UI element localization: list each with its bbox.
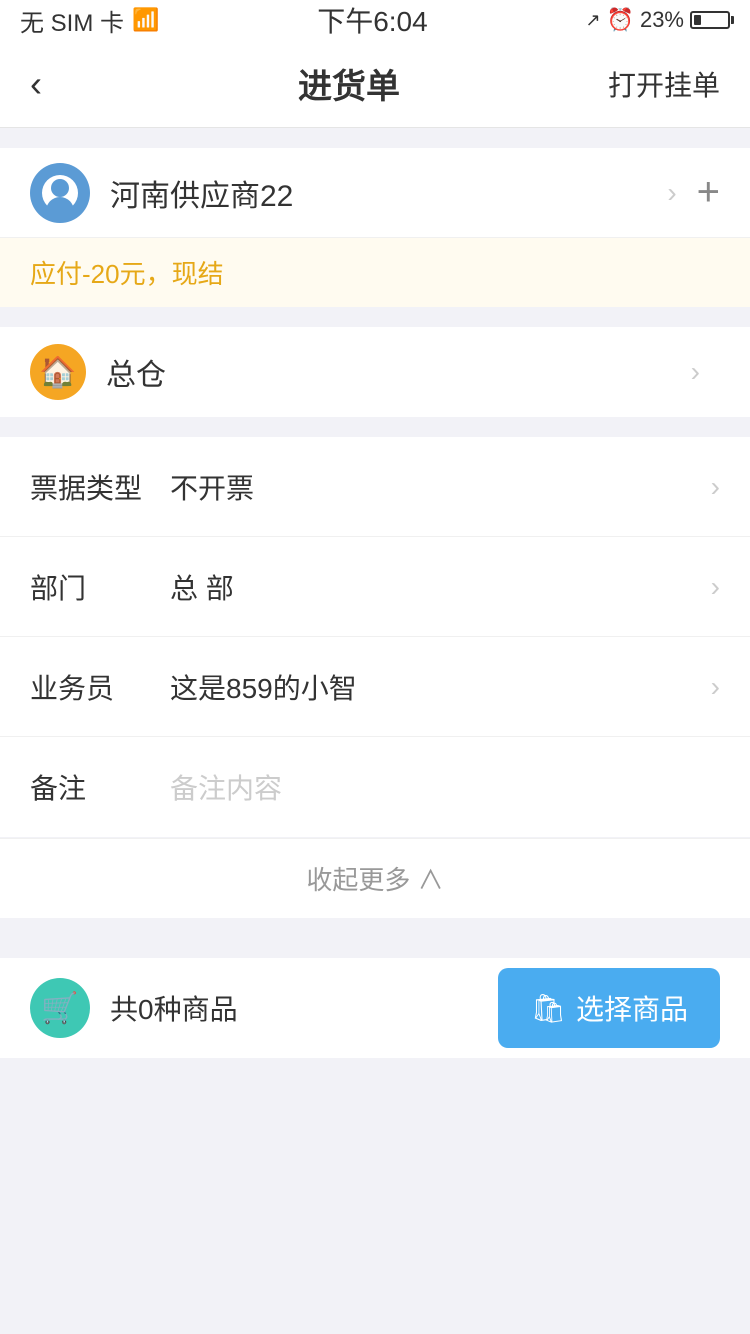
status-left: 无 SIM 卡 📶 bbox=[20, 3, 159, 38]
battery-percent: 23% bbox=[640, 7, 684, 33]
select-product-label: 选择商品 bbox=[576, 988, 688, 1028]
select-product-button[interactable]: 🛍 选择商品 bbox=[498, 968, 720, 1048]
location-icon: ↗ bbox=[585, 10, 600, 31]
warehouse-icon: 🏠 bbox=[30, 344, 86, 400]
open-pending-button[interactable]: 打开挂单 bbox=[608, 64, 720, 104]
remark-input[interactable]: 备注内容 bbox=[160, 767, 720, 807]
department-label: 部门 bbox=[30, 567, 160, 607]
house-icon: 🏠 bbox=[39, 355, 76, 390]
person-head-shape bbox=[51, 179, 69, 197]
salesperson-value: 这是859的小智 bbox=[160, 667, 711, 707]
supplier-row[interactable]: 河南供应商22 › + bbox=[0, 148, 750, 238]
warehouse-name: 总仓 bbox=[106, 350, 691, 394]
invoice-type-row[interactable]: 票据类型 不开票 › bbox=[0, 437, 750, 537]
supplier-chevron-icon: › bbox=[667, 177, 676, 209]
page-title: 进货单 bbox=[298, 59, 400, 108]
section-gap-2 bbox=[0, 307, 750, 327]
avatar-icon bbox=[42, 175, 78, 211]
department-row[interactable]: 部门 总 部 › bbox=[0, 537, 750, 637]
remark-row[interactable]: 备注 备注内容 bbox=[0, 737, 750, 837]
status-time: 下午6:04 bbox=[317, 0, 428, 40]
battery-icon bbox=[690, 11, 730, 29]
back-button[interactable]: ‹ bbox=[30, 63, 90, 105]
section-gap-1 bbox=[0, 128, 750, 148]
status-bar: 无 SIM 卡 📶 下午6:04 ↗ ⏰ 23% bbox=[0, 0, 750, 40]
person-body-shape bbox=[46, 197, 74, 213]
alarm-icon: ⏰ bbox=[607, 7, 634, 33]
select-product-icon: 🛍 bbox=[530, 992, 566, 1025]
notice-bar: 应付-20元，现结 bbox=[0, 238, 750, 307]
section-gap-3 bbox=[0, 918, 750, 938]
salesperson-chevron-icon: › bbox=[711, 671, 720, 703]
product-icon: 🛒 bbox=[30, 978, 90, 1038]
collapse-row[interactable]: 收起更多 ∧ bbox=[0, 838, 750, 918]
invoice-type-chevron-icon: › bbox=[711, 471, 720, 503]
wifi-icon: 📶 bbox=[132, 7, 159, 33]
collapse-label[interactable]: 收起更多 ∧ bbox=[306, 860, 443, 897]
carrier-label: 无 SIM 卡 bbox=[20, 3, 124, 38]
supplier-avatar bbox=[30, 163, 90, 223]
add-supplier-button[interactable]: + bbox=[697, 170, 720, 215]
warehouse-row[interactable]: 🏠 总仓 › bbox=[0, 327, 750, 417]
supplier-name: 河南供应商22 bbox=[110, 171, 667, 215]
warehouse-chevron-icon: › bbox=[691, 356, 700, 388]
status-right: ↗ ⏰ 23% bbox=[585, 7, 730, 33]
product-bar: 🛒 共0种商品 🛍 选择商品 bbox=[0, 958, 750, 1058]
notice-text: 应付-20元，现结 bbox=[30, 259, 224, 289]
salesperson-label: 业务员 bbox=[30, 667, 160, 707]
supplier-card: 河南供应商22 › + 应付-20元，现结 bbox=[0, 148, 750, 307]
department-value: 总 部 bbox=[160, 567, 711, 607]
invoice-type-value: 不开票 bbox=[160, 467, 711, 507]
nav-bar: ‹ 进货单 打开挂单 bbox=[0, 40, 750, 128]
remark-label: 备注 bbox=[30, 767, 160, 807]
invoice-type-label: 票据类型 bbox=[30, 467, 160, 507]
salesperson-row[interactable]: 业务员 这是859的小智 › bbox=[0, 637, 750, 737]
department-chevron-icon: › bbox=[711, 571, 720, 603]
product-count: 共0种商品 bbox=[110, 988, 498, 1028]
warehouse-card[interactable]: 🏠 总仓 › bbox=[0, 327, 750, 417]
form-section: 票据类型 不开票 › 部门 总 部 › 业务员 这是859的小智 › 备注 备注… bbox=[0, 437, 750, 837]
cart-icon: 🛒 bbox=[41, 991, 78, 1026]
